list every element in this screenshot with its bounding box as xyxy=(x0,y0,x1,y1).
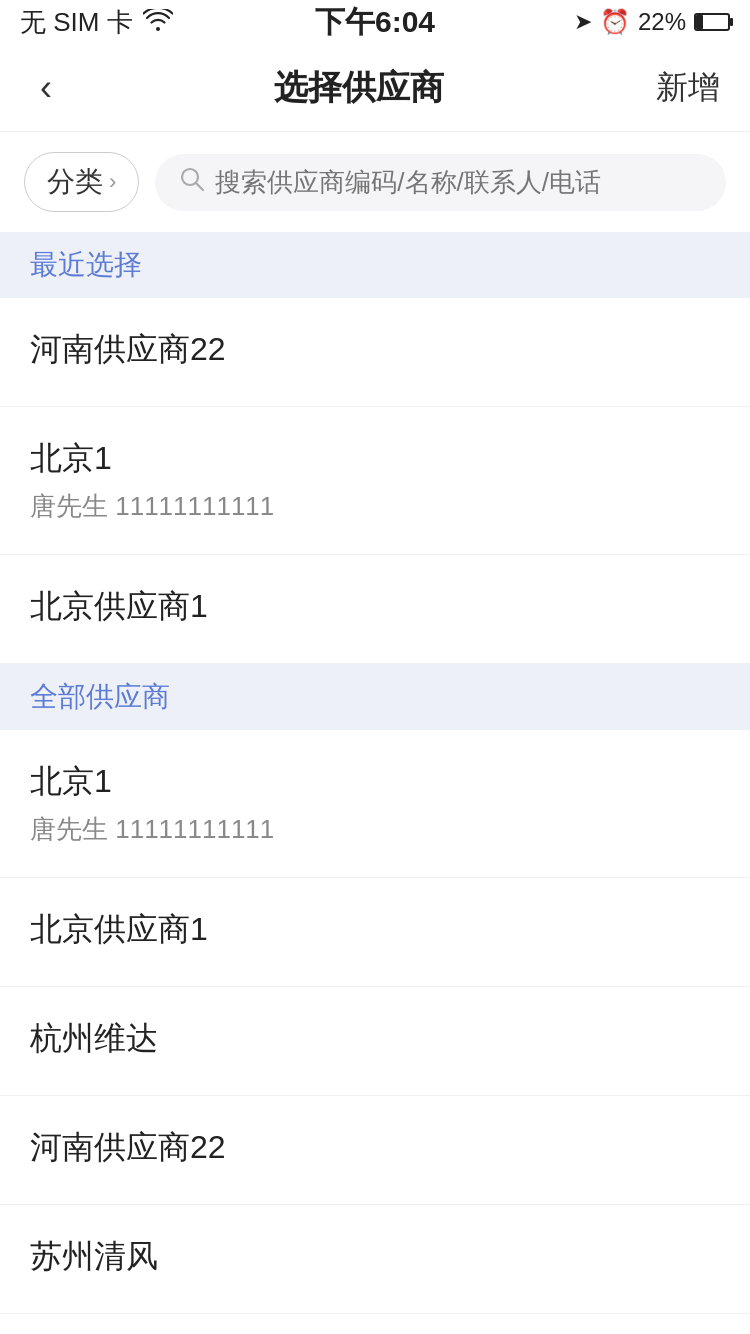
battery-icon xyxy=(694,13,730,31)
item-name: 河南供应商22 xyxy=(30,328,720,372)
list-item[interactable]: 苏州清风 xyxy=(0,1205,750,1314)
page-title: 选择供应商 xyxy=(274,65,444,111)
search-input[interactable] xyxy=(215,167,702,198)
recent-section-label: 最近选择 xyxy=(30,249,142,280)
item-subtitle: 唐先生 11111111111 xyxy=(30,489,720,524)
status-bar: 无 SIM 卡 下午6:04 ➤ ⏰ 22% xyxy=(0,0,750,44)
item-subtitle: 唐先生 11111111111 xyxy=(30,812,720,847)
battery-label: 22% xyxy=(638,8,686,36)
item-name: 苏州清风 xyxy=(30,1235,720,1279)
item-name: 杭州维达 xyxy=(30,1017,720,1061)
category-button[interactable]: 分类 › xyxy=(24,152,139,212)
filter-bar: 分类 › xyxy=(0,132,750,232)
list-item[interactable]: 北京供应商1 xyxy=(0,555,750,664)
status-left: 无 SIM 卡 xyxy=(20,5,173,40)
recent-list: 河南供应商22 北京1 唐先生 11111111111 北京供应商1 xyxy=(0,298,750,664)
search-wrapper[interactable] xyxy=(155,154,726,211)
list-item[interactable]: 北京1 唐先生 11111111111 xyxy=(0,407,750,555)
all-section-header: 全部供应商 xyxy=(0,664,750,730)
list-item[interactable]: 河南供应商22 xyxy=(0,1096,750,1205)
list-item[interactable]: 河南供应商22 xyxy=(0,298,750,407)
item-name: 北京1 xyxy=(30,437,720,481)
recent-section-header: 最近选择 xyxy=(0,232,750,298)
item-name: 北京1 xyxy=(30,760,720,804)
add-button[interactable]: 新增 xyxy=(656,66,720,110)
carrier-label: 无 SIM 卡 xyxy=(20,5,133,40)
search-icon xyxy=(179,166,205,199)
item-name: 北京供应商1 xyxy=(30,585,720,629)
all-suppliers-list: 北京1 唐先生 11111111111 北京供应商1 杭州维达河南供应商22 苏州清风 xyxy=(0,730,750,1314)
all-section-label: 全部供应商 xyxy=(30,681,170,712)
category-label: 分类 xyxy=(47,163,103,201)
item-name: 河南供应商22 xyxy=(30,1126,720,1170)
location-icon: ➤ xyxy=(574,9,592,35)
back-button[interactable]: ‹ xyxy=(30,57,62,119)
svg-line-1 xyxy=(196,183,203,190)
alarm-icon: ⏰ xyxy=(600,8,630,36)
status-right: ➤ ⏰ 22% xyxy=(574,8,730,36)
status-time: 下午6:04 xyxy=(315,2,435,43)
list-item[interactable]: 杭州维达 xyxy=(0,987,750,1096)
list-item[interactable]: 北京1 唐先生 11111111111 xyxy=(0,730,750,878)
wifi-icon xyxy=(143,7,173,38)
list-item[interactable]: 北京供应商1 xyxy=(0,878,750,987)
item-name: 北京供应商1 xyxy=(30,908,720,952)
nav-bar: ‹ 选择供应商 新增 xyxy=(0,44,750,132)
chevron-right-icon: › xyxy=(109,169,116,195)
